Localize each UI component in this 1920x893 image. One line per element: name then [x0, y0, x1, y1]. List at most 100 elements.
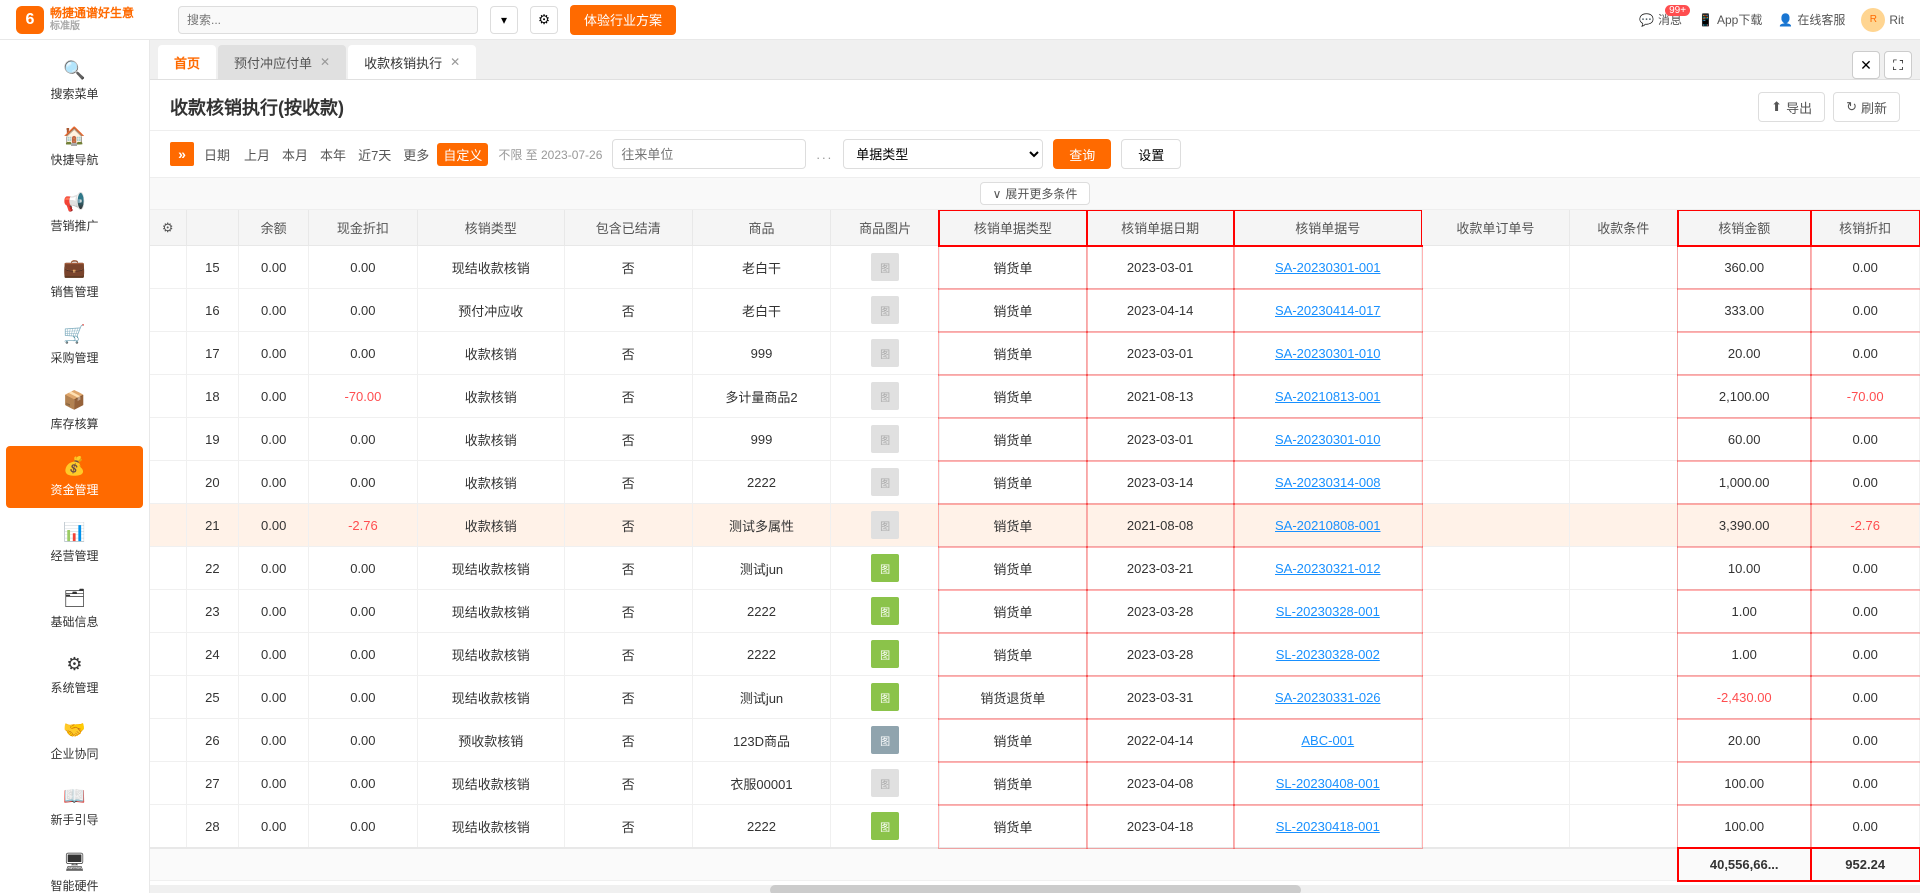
search-input[interactable] — [178, 6, 478, 34]
maximize-button[interactable]: ⛶ — [1884, 51, 1912, 79]
type-cell: 收款核销 — [417, 461, 564, 504]
voucher-no-cell[interactable]: SL-20230408-001 — [1234, 762, 1422, 805]
date-custom[interactable]: 自定义 — [437, 143, 488, 166]
date-last-7-days[interactable]: 近7天 — [354, 143, 395, 166]
date-this-month[interactable]: 本月 — [278, 143, 312, 166]
voucher-no-cell[interactable]: SA-20230301-010 — [1234, 418, 1422, 461]
cash-discount-cell: -2.76 — [309, 504, 418, 547]
sidebar-item-operations[interactable]: 📊 经营管理 — [6, 512, 143, 574]
voucher-no-cell[interactable]: SA-20230331-026 — [1234, 676, 1422, 719]
app-download-item[interactable]: 📱 App下载 — [1698, 11, 1762, 28]
voucher-no-link[interactable]: SA-20230314-008 — [1275, 475, 1381, 490]
voucher-no-cell[interactable]: SA-20210813-001 — [1234, 375, 1422, 418]
goods-cell: 老白干 — [692, 289, 831, 332]
goods-image: 图 — [871, 296, 899, 324]
sidebar-item-marketing[interactable]: 📢 营销推广 — [6, 182, 143, 244]
voucher-no-link[interactable]: SL-20230328-001 — [1276, 604, 1380, 619]
sidebar-item-system[interactable]: ⚙ 系统管理 — [6, 644, 143, 706]
sidebar-item-nav[interactable]: 🏠 快捷导航 — [6, 116, 143, 178]
sidebar-item-purchase[interactable]: 🛒 采购管理 — [6, 314, 143, 376]
tab-receipt[interactable]: 收款核销执行 ✕ — [348, 45, 476, 79]
table-row: 23 0.00 0.00 现结收款核销 否 2222 图 销货单 2023-03… — [150, 590, 1920, 633]
goods-img-cell: 图 — [831, 289, 940, 332]
solution-button[interactable]: 体验行业方案 — [570, 5, 676, 35]
cash-discount-cell: 0.00 — [309, 590, 418, 633]
voucher-no-cell[interactable]: SA-20210808-001 — [1234, 504, 1422, 547]
voucher-no-link[interactable]: SA-20210813-001 — [1275, 389, 1381, 404]
voucher-no-cell[interactable]: ABC-001 — [1234, 719, 1422, 762]
goods-img-cell: 图 — [831, 332, 940, 375]
date-more[interactable]: 更多 — [399, 143, 433, 166]
voucher-no-cell[interactable]: SA-20230301-010 — [1234, 332, 1422, 375]
voucher-date-cell: 2023-04-14 — [1087, 289, 1234, 332]
voucher-no-link[interactable]: SL-20230328-002 — [1276, 647, 1380, 662]
discount-cell: -70.00 — [1811, 375, 1920, 418]
sidebar-item-hardware[interactable]: 🖥 智能硬件 — [6, 842, 143, 893]
user-item[interactable]: R Rit — [1861, 8, 1904, 32]
close-receipt-tab[interactable]: ✕ — [450, 55, 460, 69]
export-button[interactable]: ⬆ 导出 — [1758, 92, 1825, 122]
voucher-no-link[interactable]: SL-20230408-001 — [1276, 776, 1380, 791]
voucher-type-cell: 销货单 — [939, 332, 1086, 375]
date-last-month[interactable]: 上月 — [240, 143, 274, 166]
receipt-cond-cell — [1569, 375, 1678, 418]
sidebar-item-inventory[interactable]: 📦 库存核算 — [6, 380, 143, 442]
voucher-no-cell[interactable]: SA-20230321-012 — [1234, 547, 1422, 590]
voucher-no-link[interactable]: SA-20230301-010 — [1275, 432, 1381, 447]
dropdown-button[interactable]: ▾ — [490, 6, 518, 34]
online-service-item[interactable]: 👤 在线客服 — [1778, 11, 1845, 28]
sidebar-item-base[interactable]: 🗂 基础信息 — [6, 578, 143, 640]
amount-cell: 100.00 — [1678, 762, 1811, 805]
gear-button[interactable]: ⚙ — [530, 6, 558, 34]
close-prepay-tab[interactable]: ✕ — [320, 55, 330, 69]
message-icon: 💬 — [1639, 13, 1654, 27]
voucher-no-link[interactable]: SA-20230331-026 — [1275, 690, 1381, 705]
voucher-no-link[interactable]: SA-20230414-017 — [1275, 303, 1381, 318]
query-button[interactable]: 查询 — [1053, 139, 1111, 169]
partner-input[interactable] — [612, 139, 806, 169]
voucher-no-link[interactable]: SA-20230301-001 — [1275, 260, 1381, 275]
voucher-no-cell[interactable]: SA-20230314-008 — [1234, 461, 1422, 504]
message-item[interactable]: 💬 消息 99+ — [1639, 11, 1682, 28]
settings-button[interactable]: 设置 — [1121, 139, 1181, 169]
sidebar-item-search[interactable]: 🔍 搜索菜单 — [6, 50, 143, 112]
goods-cell: 999 — [692, 418, 831, 461]
scroll-thumb[interactable] — [770, 885, 1301, 893]
voucher-no-cell[interactable]: SL-20230328-002 — [1234, 633, 1422, 676]
table-container[interactable]: ⚙ 余额 现金折扣 核销类型 包含已结清 商品 商品图片 核销单据类型 核销单据… — [150, 210, 1920, 893]
tab-home[interactable]: 首页 — [158, 45, 216, 79]
close-window-button[interactable]: ✕ — [1852, 51, 1880, 79]
refresh-button[interactable]: ↻ 刷新 — [1833, 92, 1900, 122]
voucher-no-cell[interactable]: SL-20230418-001 — [1234, 805, 1422, 849]
date-range-display: 不限 至 2023-07-26 — [498, 146, 602, 163]
discount-cell: 0.00 — [1811, 547, 1920, 590]
voucher-no-link[interactable]: SA-20230301-010 — [1275, 346, 1381, 361]
voucher-no-cell[interactable]: SA-20230414-017 — [1234, 289, 1422, 332]
voucher-no-cell[interactable]: SA-20230301-001 — [1234, 246, 1422, 289]
table-row: 22 0.00 0.00 现结收款核销 否 测试jun 图 销货单 2023-0… — [150, 547, 1920, 590]
voucher-type-select[interactable]: 单据类型 — [843, 139, 1043, 169]
filter-expand-button[interactable]: » — [170, 142, 194, 166]
voucher-no-link[interactable]: SL-20230418-001 — [1276, 819, 1380, 834]
date-this-year[interactable]: 本年 — [316, 143, 350, 166]
sidebar-item-guide[interactable]: 📖 新手引导 — [6, 776, 143, 838]
tab-prepay[interactable]: 预付冲应付单 ✕ — [218, 45, 346, 79]
sidebar-item-sales[interactable]: 💼 销售管理 — [6, 248, 143, 310]
voucher-no-link[interactable]: SA-20210808-001 — [1275, 518, 1381, 533]
voucher-type-cell: 销货单 — [939, 504, 1086, 547]
type-cell: 现结收款核销 — [417, 805, 564, 849]
voucher-no-cell[interactable]: SL-20230328-001 — [1234, 590, 1422, 633]
voucher-no-link[interactable]: ABC-001 — [1301, 733, 1354, 748]
balance-cell: 0.00 — [239, 461, 309, 504]
seq-cell: 19 — [186, 418, 239, 461]
scroll-area[interactable] — [150, 881, 1920, 893]
cash-discount-cell: 0.00 — [309, 332, 418, 375]
goods-image: 图 — [871, 683, 899, 711]
cash-discount-cell: 0.00 — [309, 805, 418, 849]
voucher-no-link[interactable]: SA-20230321-012 — [1275, 561, 1381, 576]
seq-cell: 16 — [186, 289, 239, 332]
sidebar-item-collab[interactable]: 🤝 企业协同 — [6, 710, 143, 772]
expand-more-button[interactable]: ∨ 展开更多条件 — [980, 182, 1091, 205]
sidebar-item-finance[interactable]: 💰 资金管理 — [6, 446, 143, 508]
page-title: 收款核销执行(按收款) — [170, 94, 344, 120]
